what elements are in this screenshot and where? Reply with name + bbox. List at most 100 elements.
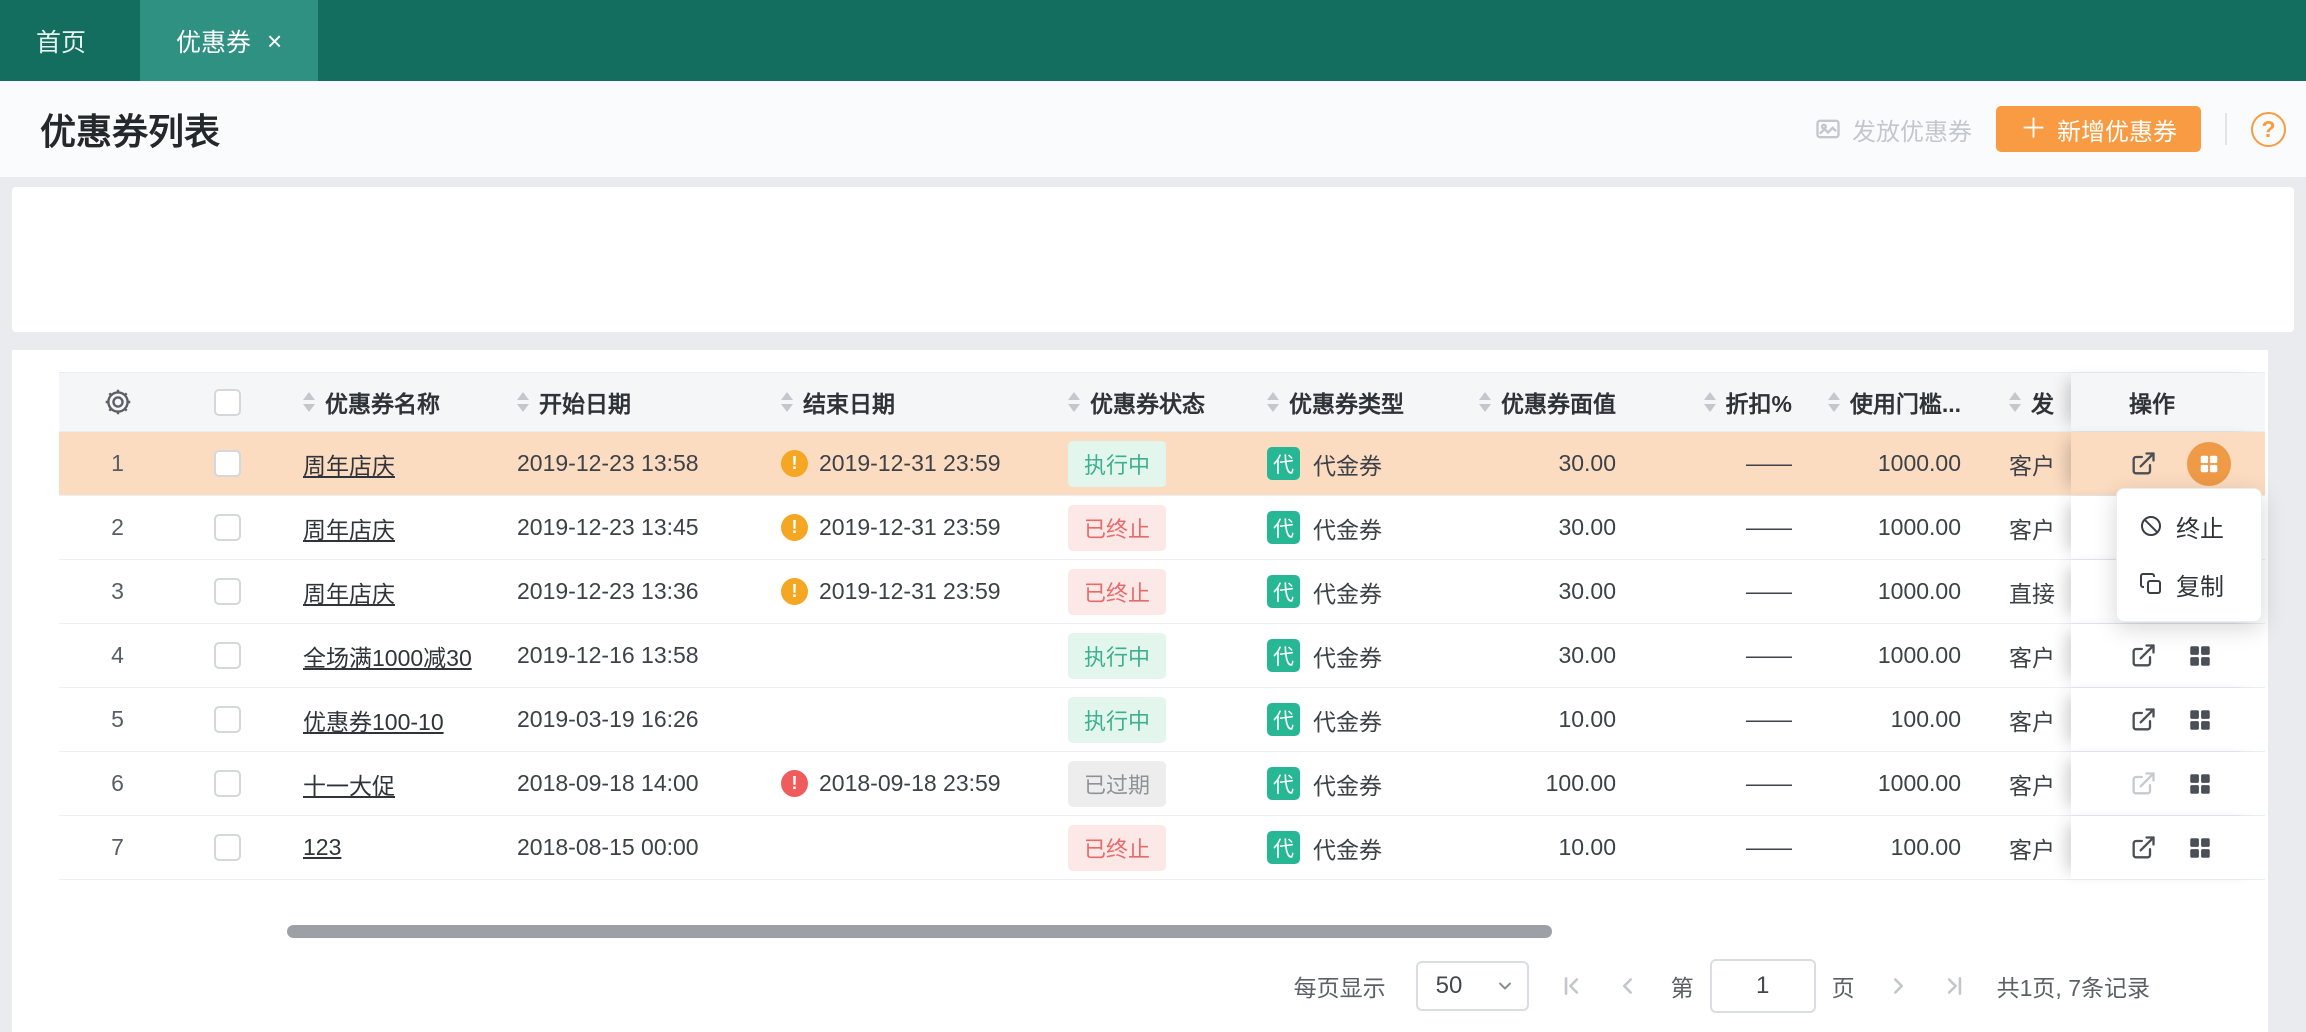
start-date-cell: 2019-12-23 13:58 — [517, 450, 699, 476]
row-checkbox[interactable] — [214, 450, 241, 477]
sort-carets-icon[interactable] — [1827, 392, 1840, 412]
per-page-label: 每页显示 — [1293, 974, 1386, 1001]
row-checkbox[interactable] — [214, 834, 241, 861]
next-page-button[interactable] — [1885, 973, 1911, 999]
sort-carets-icon[interactable] — [1703, 392, 1716, 412]
row-checkbox-cell — [176, 816, 279, 879]
tab-home[interactable]: 首页 — [0, 0, 122, 81]
end-date-cell — [757, 624, 1044, 687]
discount-cell: —— — [1746, 770, 1792, 796]
per-page-value: 50 — [1435, 971, 1463, 999]
total-records: 共1页, 7条记录 — [1996, 974, 2150, 1001]
export-icon[interactable] — [2129, 770, 2157, 798]
type-cell: 代代金券 — [1243, 752, 1456, 815]
prev-page-button[interactable] — [1615, 973, 1641, 999]
status-badge: 已终止 — [1068, 568, 1167, 615]
table-row: 2 周年店庆 2019-12-23 13:45! 2019-12-31 23:59 已终… — [59, 496, 2265, 560]
actions-cell — [2071, 816, 2265, 879]
issue-type-cell: 客户 — [2009, 708, 2055, 735]
actions-cell — [2071, 624, 2265, 687]
export-icon[interactable] — [2129, 706, 2157, 734]
threshold-cell: 1000.00 — [1877, 642, 1961, 668]
row-checkbox-cell — [176, 432, 279, 495]
column-header-status[interactable]: 优惠券状态 — [1044, 373, 1243, 431]
coupon-name-link[interactable]: 周年店庆 — [303, 511, 395, 545]
page-input[interactable] — [1709, 958, 1816, 1013]
first-page-button[interactable] — [1559, 973, 1585, 999]
tab-coupons-label: 优惠券 — [176, 28, 252, 57]
per-page-select[interactable]: 50 — [1415, 960, 1529, 1011]
menu-item-ban[interactable]: 终止 — [2117, 497, 2261, 555]
plus-icon: ＋ — [2020, 113, 2047, 144]
row-checkbox[interactable] — [214, 706, 241, 733]
coupon-name-cell: 123 — [279, 816, 493, 879]
coupon-name-link[interactable]: 周年店庆 — [303, 575, 395, 609]
end-date: 2019-12-31 23:59 — [819, 578, 1001, 604]
distribute-label: 发放优惠券 — [1852, 118, 1972, 146]
column-header-type[interactable]: 优惠券类型 — [1243, 373, 1456, 431]
status-badge: 执行中 — [1068, 696, 1167, 743]
coupon-name-link[interactable]: 优惠券100-10 — [303, 703, 444, 737]
start-date-cell: 2019-03-19 16:26 — [517, 706, 699, 732]
row-checkbox[interactable] — [214, 578, 241, 605]
more-actions-grid-icon[interactable] — [2187, 441, 2231, 486]
distribute-coupon-button[interactable]: 发放优惠券 — [1814, 112, 1972, 147]
discount-cell: —— — [1746, 706, 1792, 732]
column-header-end[interactable]: 结束日期 — [757, 373, 1044, 431]
sort-carets-icon[interactable] — [1068, 392, 1080, 412]
close-icon[interactable]: × — [267, 28, 282, 54]
sort-carets-icon[interactable] — [2009, 392, 2021, 412]
status-badge: 执行中 — [1068, 440, 1167, 487]
coupon-name-link[interactable]: 123 — [303, 834, 341, 861]
column-header-issue[interactable]: 发 — [1985, 373, 2071, 431]
face-value-cell: 100.00 — [1545, 770, 1616, 796]
start-date-cell: 2019-12-23 13:36 — [517, 578, 699, 604]
export-icon[interactable] — [2129, 450, 2157, 478]
row-index: 6 — [111, 770, 124, 796]
table-row: 7 123 2018-08-15 00:00 已终止 代代金券 10.00 —— 100.00… — [59, 816, 2265, 880]
menu-item-copy[interactable]: 复制 — [2117, 555, 2261, 613]
last-page-button[interactable] — [1941, 973, 1967, 999]
issue-type-cell: 客户 — [2009, 516, 2055, 543]
threshold-cell: 1000.00 — [1877, 450, 1961, 476]
row-checkbox[interactable] — [214, 514, 241, 541]
coupon-name-link[interactable]: 十一大促 — [303, 767, 395, 801]
horizontal-scrollbar[interactable] — [287, 925, 1552, 938]
coupon-name-link[interactable]: 周年店庆 — [303, 447, 395, 481]
tab-home-label: 首页 — [36, 28, 87, 57]
issue-type-cell: 客户 — [2009, 452, 2055, 479]
row-checkbox[interactable] — [214, 642, 241, 669]
sort-carets-icon[interactable] — [781, 392, 793, 412]
sort-carets-icon[interactable] — [303, 392, 315, 412]
column-header-name[interactable]: 优惠券名称 — [279, 373, 493, 431]
select-all-checkbox[interactable] — [214, 388, 241, 416]
help-icon[interactable]: ? — [2251, 111, 2286, 147]
type-cell: 代代金券 — [1243, 624, 1456, 687]
end-date: 2019-12-31 23:59 — [819, 450, 1001, 476]
sort-carets-icon[interactable] — [517, 392, 529, 412]
more-actions-grid-icon[interactable] — [2187, 771, 2213, 797]
more-actions-grid-icon[interactable] — [2187, 643, 2213, 669]
column-header-discount[interactable]: 折扣% — [1640, 373, 1816, 431]
coupon-table-card: 优惠券名称 开始日期 结束日期 优惠券状态 优惠券类型 优惠券面值 折扣% 使用门槛... 发 操… — [12, 350, 2268, 1032]
column-settings-gear-icon[interactable] — [102, 386, 134, 418]
row-checkbox[interactable] — [214, 770, 241, 797]
sort-carets-icon[interactable] — [1479, 392, 1491, 412]
export-icon[interactable] — [2129, 834, 2157, 862]
more-actions-grid-icon[interactable] — [2187, 707, 2213, 733]
column-header-value[interactable]: 优惠券面值 — [1456, 373, 1640, 431]
add-coupon-button[interactable]: ＋ 新增优惠券 — [1996, 106, 2201, 152]
column-header-threshold[interactable]: 使用门槛... — [1816, 373, 1985, 431]
column-header-start[interactable]: 开始日期 — [493, 373, 757, 431]
tab-coupons[interactable]: 优惠券 × — [140, 0, 319, 81]
column-label: 折扣% — [1725, 391, 1792, 417]
coupon-name-link[interactable]: 全场满1000减30 — [303, 639, 472, 673]
sort-carets-icon[interactable] — [1267, 392, 1279, 412]
more-actions-grid-icon[interactable] — [2187, 835, 2213, 861]
column-header-check — [176, 373, 279, 431]
export-icon[interactable] — [2129, 642, 2157, 670]
face-value-cell: 30.00 — [1558, 578, 1616, 604]
start-date-cell: 2018-09-18 14:00 — [517, 770, 699, 796]
column-header-actions: 操作 — [2071, 373, 2265, 431]
page-header: 优惠券列表 发放优惠券 ＋ 新增优惠券 ? — [0, 81, 2306, 177]
